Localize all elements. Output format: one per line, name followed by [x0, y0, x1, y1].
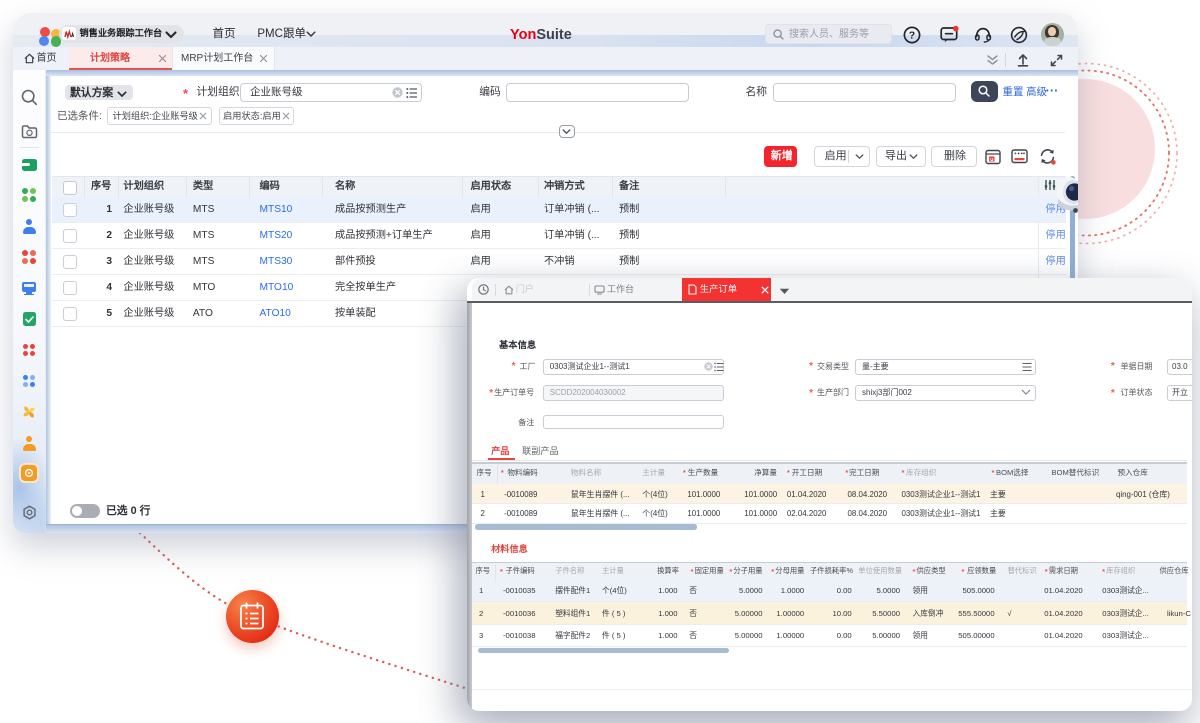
svg-text:?: ?: [909, 29, 915, 41]
svg-text:U: U: [990, 156, 993, 161]
